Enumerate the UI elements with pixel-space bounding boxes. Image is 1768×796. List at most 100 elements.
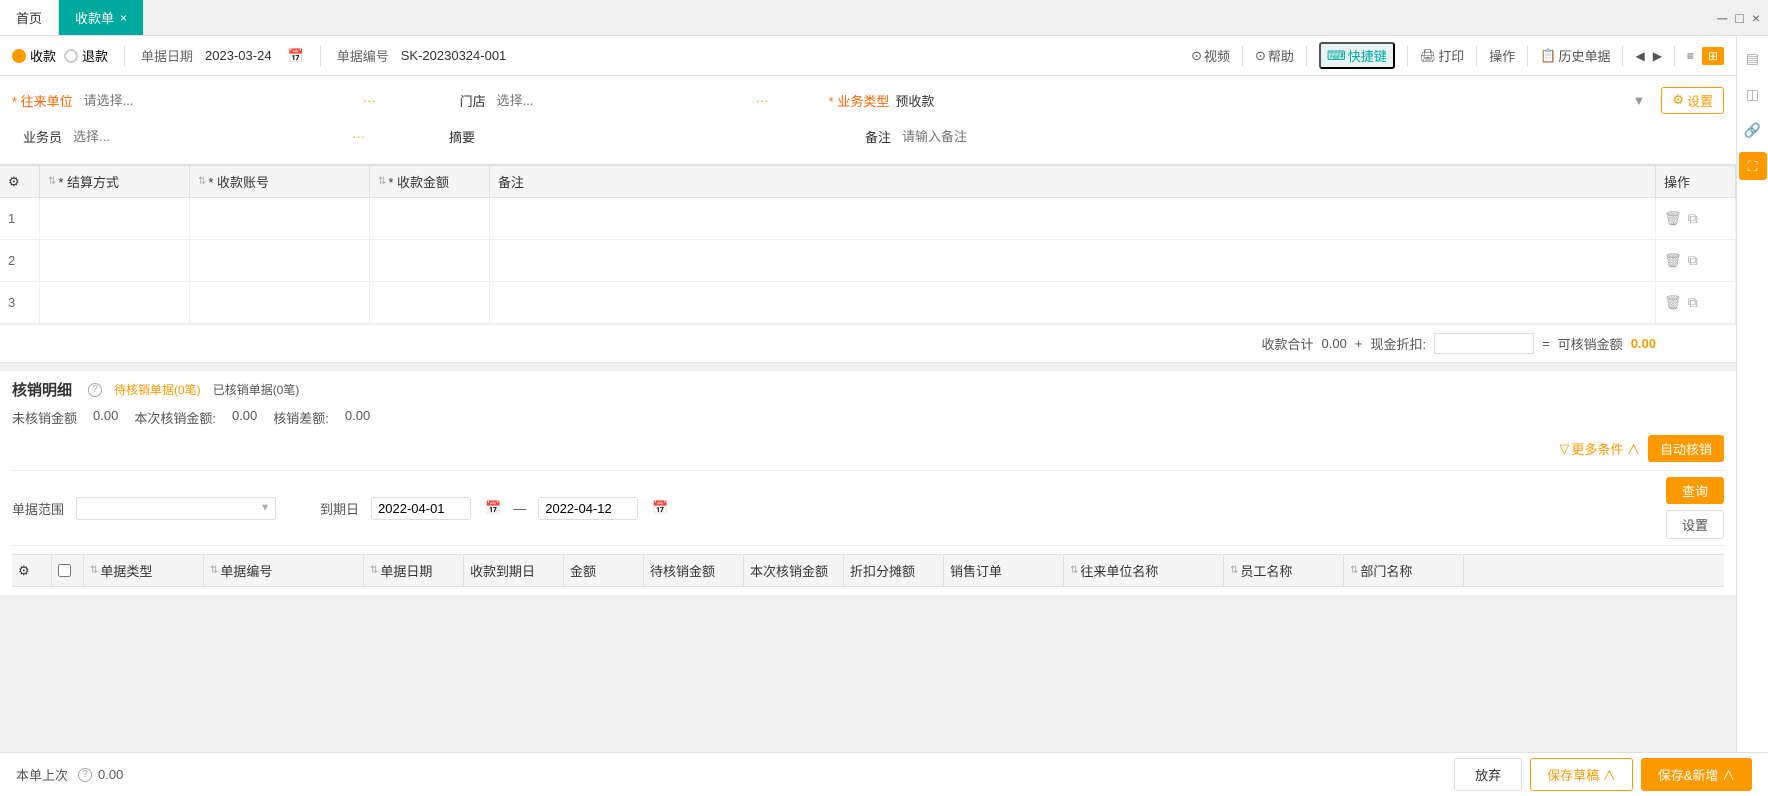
cal-to-icon[interactable]: 📅 [652, 500, 668, 516]
form-row-2: 业务员 ··· 摘要 备注 [12, 120, 1724, 152]
date-from-input[interactable] [371, 497, 471, 520]
save-draft-button[interactable]: 保存草稿 ∧ [1530, 758, 1633, 791]
receipt-radio[interactable]: 收款 [12, 46, 56, 65]
counterpart-input[interactable] [79, 90, 359, 111]
tab-home[interactable]: 首页 [0, 0, 59, 35]
range-select[interactable] [76, 497, 276, 520]
row-1-amount[interactable] [370, 198, 490, 239]
salesperson-dots[interactable]: ··· [352, 129, 365, 144]
more-filter-label: 更多条件 ∧ [1571, 439, 1640, 458]
footer-left: 本单上次 ? 0.00 [16, 765, 123, 784]
save-new-button[interactable]: 保存&新增 ∧ [1641, 758, 1752, 791]
verify-settings-button[interactable]: 设置 [1666, 510, 1724, 539]
tab-close-icon[interactable]: × [120, 11, 127, 25]
calendar-icon[interactable]: 📅 [288, 48, 304, 64]
row-2-account[interactable] [190, 240, 370, 281]
tab-bar: 首页 收款单 × ─ □ × [0, 0, 1768, 36]
nav-prev-button[interactable]: ◀ [1635, 49, 1644, 63]
row-1-payment[interactable] [40, 198, 190, 239]
counterpart-label: * 往来单位 [12, 91, 79, 110]
bth-bill-num: ⇅ 单据编号 [204, 555, 364, 586]
th-settings[interactable]: ⚙ [0, 166, 40, 197]
row-2-amount[interactable] [370, 240, 490, 281]
summary-input[interactable] [481, 126, 781, 147]
shortcut-button[interactable]: ⌨ 快捷键 [1319, 42, 1395, 69]
remark-input[interactable] [897, 126, 1724, 147]
more-filter-button[interactable]: ▽ 更多条件 ∧ [1559, 439, 1640, 458]
sidebar-icon-4[interactable]: ⛶ [1739, 152, 1767, 180]
pending-tab[interactable]: 待核销单据(0笔) [114, 381, 201, 398]
row-3-delete-icon[interactable]: 🗑 [1664, 294, 1682, 311]
grid-view-button[interactable]: ⊞ [1702, 47, 1724, 65]
bth-check[interactable] [52, 555, 84, 586]
row-2-payment[interactable] [40, 240, 190, 281]
th-action: 操作 [1656, 166, 1736, 197]
business-type-arrow[interactable]: ▼ [1632, 93, 1645, 108]
business-type-label: * 业务类型 [829, 91, 896, 110]
divider9 [1674, 46, 1675, 66]
history-button[interactable]: 📋 历史单据 [1540, 46, 1610, 65]
row-3-amount[interactable] [370, 282, 490, 323]
row-3-remark[interactable] [490, 282, 1656, 323]
close-button[interactable]: × [1752, 10, 1760, 26]
diff-label: 核销差额: [273, 408, 329, 427]
date-to-input[interactable] [538, 497, 638, 520]
abandon-button[interactable]: 放弃 [1454, 758, 1522, 791]
help-button[interactable]: ⊙ 帮助 [1255, 46, 1294, 65]
divider5 [1407, 46, 1408, 66]
row-1-remark[interactable] [490, 198, 1656, 239]
operation-button[interactable]: 操作 [1489, 46, 1515, 65]
bth-dept: ⇅ 部门名称 [1344, 555, 1464, 586]
bth-settings[interactable]: ⚙ [12, 555, 52, 586]
store-dots[interactable]: ··· [756, 93, 769, 108]
tab-current[interactable]: 收款单 × [59, 0, 143, 35]
select-all-checkbox[interactable] [58, 564, 71, 577]
refund-radio[interactable]: 退款 [64, 46, 108, 65]
sidebar-icon-3[interactable]: 🔗 [1739, 116, 1767, 144]
row-1-delete-icon[interactable]: 🗑 [1664, 210, 1682, 227]
row-2-delete-icon[interactable]: 🗑 [1664, 252, 1682, 269]
operation-label: 操作 [1489, 46, 1515, 65]
bth-pending: 待核销金额 [644, 555, 744, 586]
bth-amount: 金额 [564, 555, 644, 586]
counterpart-dots[interactable]: ··· [363, 93, 376, 108]
verify-title: 核销明细 [12, 379, 72, 400]
discount-input[interactable] [1434, 333, 1534, 354]
video-button[interactable]: ⊙ 视频 [1191, 46, 1230, 65]
th-remark: 备注 [490, 166, 1656, 197]
salesperson-input[interactable] [68, 126, 348, 147]
type-radio-group: 收款 退款 [12, 46, 108, 65]
cal-from-icon[interactable]: 📅 [485, 500, 501, 516]
row-2-remark[interactable] [490, 240, 1656, 281]
form-settings-button[interactable]: ⚙ 设置 [1661, 87, 1724, 114]
row-3-account[interactable] [190, 282, 370, 323]
row-3-num: 3 [0, 282, 40, 323]
maximize-button[interactable]: □ [1735, 10, 1743, 26]
row-1-account[interactable] [190, 198, 370, 239]
prev-info-icon[interactable]: ? [78, 768, 92, 782]
row-2-num: 2 [0, 240, 40, 281]
summary-label: 摘要 [425, 127, 481, 146]
store-input[interactable] [492, 90, 752, 111]
row-2-copy-icon[interactable]: ⧉ [1688, 252, 1698, 269]
auto-verify-button[interactable]: 自动核销 [1648, 435, 1724, 462]
verify-toolbar: ▽ 更多条件 ∧ 自动核销 [12, 435, 1724, 462]
range-select-wrap [76, 497, 276, 520]
equals-sign: = [1542, 336, 1550, 351]
done-tab[interactable]: 已核销单据(0笔) [213, 381, 300, 398]
print-button[interactable]: 🖨 打印 [1420, 46, 1465, 65]
list-view-button[interactable]: ≡ [1687, 49, 1694, 63]
row-3-payment[interactable] [40, 282, 190, 323]
current-check-value: 0.00 [232, 408, 257, 427]
bth-bill-date: ⇅ 单据日期 [364, 555, 464, 586]
query-button[interactable]: 查询 [1666, 477, 1724, 504]
nav-next-button[interactable]: ▶ [1653, 49, 1662, 63]
sidebar-icon-1[interactable]: ▤ [1739, 44, 1767, 72]
verify-info-icon[interactable]: ? [88, 383, 102, 397]
row-1-copy-icon[interactable]: ⧉ [1688, 210, 1698, 227]
sidebar-icon-2[interactable]: ◫ [1739, 80, 1767, 108]
footer-right: 放弃 保存草稿 ∧ 保存&新增 ∧ [1454, 758, 1752, 791]
minimize-button[interactable]: ─ [1717, 10, 1727, 26]
table-row: 3 🗑 ⧉ [0, 282, 1736, 324]
row-3-copy-icon[interactable]: ⧉ [1688, 294, 1698, 311]
